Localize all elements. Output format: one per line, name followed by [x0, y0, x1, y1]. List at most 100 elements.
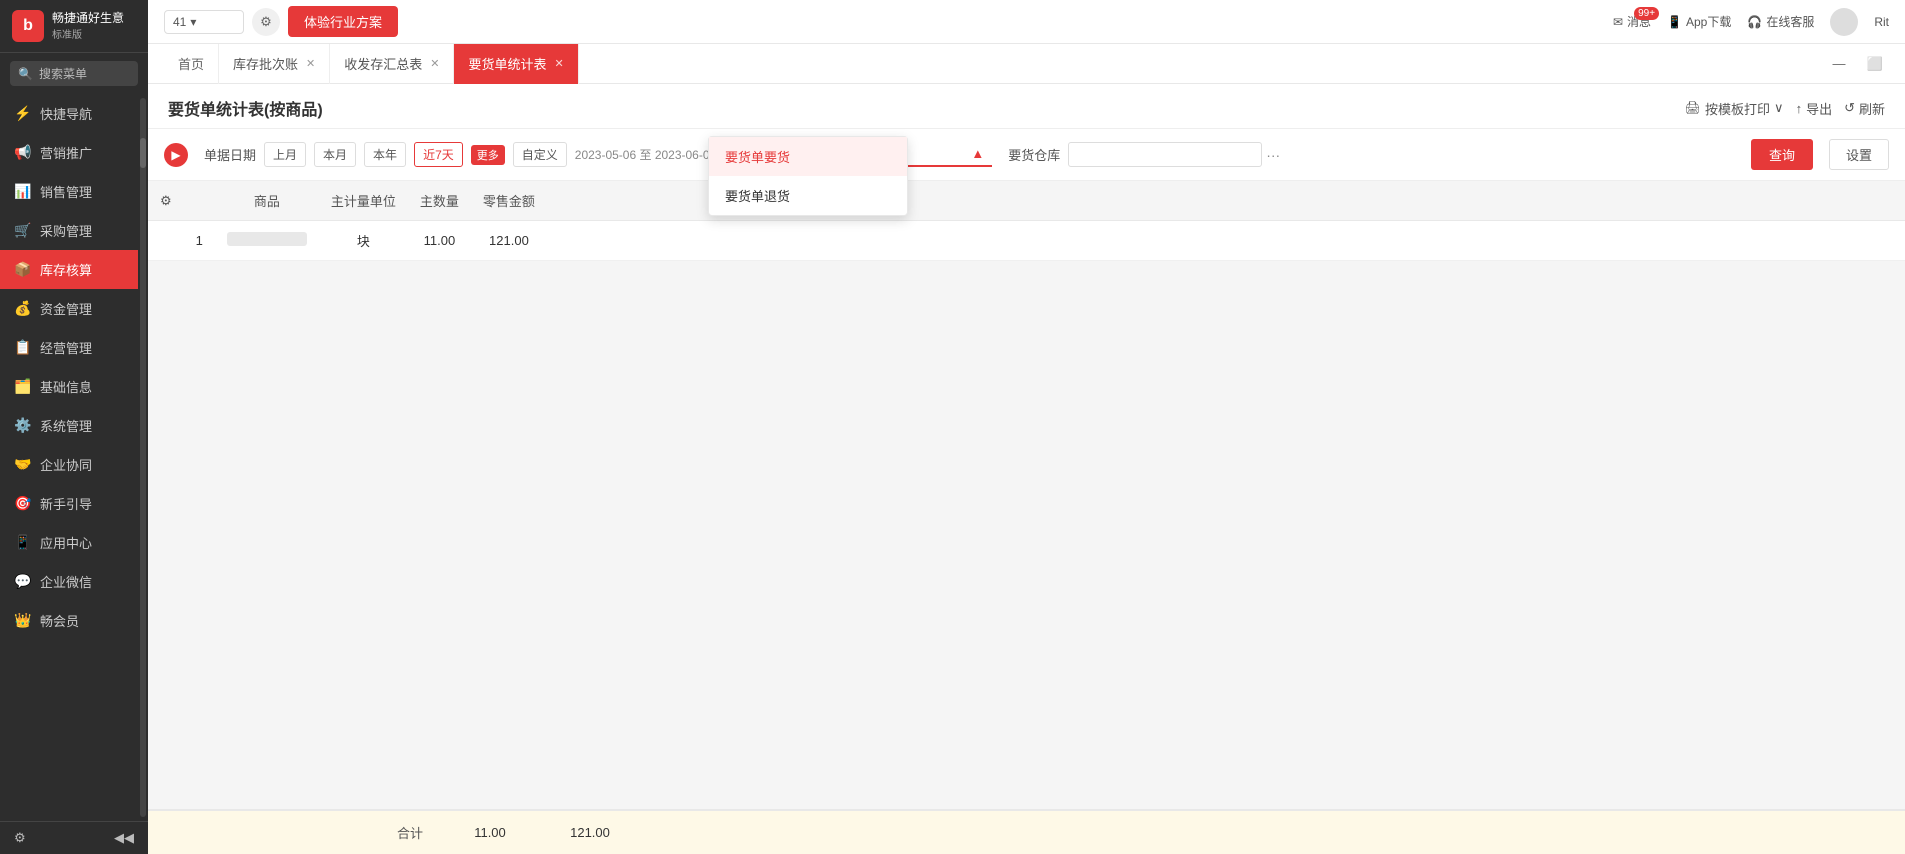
sidebar-item-sales[interactable]: 📊 销售管理	[0, 172, 138, 211]
tab-actions: — ⬜	[1825, 50, 1889, 78]
dropdown-item-order-return[interactable]: 要货单退货	[709, 176, 907, 215]
query-button[interactable]: 查询	[1751, 139, 1813, 170]
store-selector[interactable]: 41 ▾	[164, 10, 244, 34]
store-name: 41	[173, 15, 186, 29]
tab-home[interactable]: 首页	[164, 44, 219, 84]
sidebar-item-enterprise[interactable]: 🤝 企业协同	[0, 445, 138, 484]
logo-name: 畅捷通好生意	[52, 11, 124, 27]
page-content: 要货单统计表(按商品) 🖨 按模板打印 ∨ ↑ 导出 ↺ 刷新	[148, 84, 1905, 854]
message-icon: ✉	[1613, 15, 1623, 29]
th-settings[interactable]: ⚙	[148, 181, 184, 221]
tab-inventory-batch[interactable]: 库存批次账 ✕	[219, 44, 330, 84]
date-this-month-btn[interactable]: 本月	[314, 142, 356, 167]
user-name[interactable]: Rit	[1874, 15, 1889, 29]
tab-maximize-button[interactable]: ⬜	[1861, 50, 1889, 78]
message-button[interactable]: ✉ 消息 99+	[1613, 13, 1651, 30]
guide-icon: 🎯	[14, 495, 32, 512]
print-icon: 🖨	[1685, 100, 1702, 116]
collapse-icon[interactable]: ◀◀	[114, 830, 134, 846]
summary-quantity: 11.00	[450, 825, 530, 840]
sidebar-item-label: 资金管理	[40, 299, 92, 318]
trial-button[interactable]: 体验行业方案	[288, 6, 398, 37]
sidebar-item-apps[interactable]: 📱 应用中心	[0, 523, 138, 562]
sales-icon: 📊	[14, 183, 32, 200]
phone-icon: 📱	[1667, 15, 1682, 29]
export-label: 导出	[1806, 99, 1832, 118]
app-download-button[interactable]: 📱 App下载	[1667, 13, 1731, 30]
online-service-button[interactable]: 🎧 在线客服	[1747, 13, 1814, 30]
search-icon: 🔍	[18, 67, 33, 81]
dropdown-arrow-icon: ▾	[190, 15, 196, 29]
gear-icon: ⚙	[260, 14, 272, 30]
sidebar-item-marketing[interactable]: 📢 营销推广	[0, 133, 138, 172]
tab-order-stats-close[interactable]: ✕	[555, 57, 564, 70]
print-button[interactable]: 🖨 按模板打印 ∨	[1685, 99, 1784, 118]
sidebar-search[interactable]: 🔍 搜索菜单	[10, 61, 138, 86]
date-custom-btn[interactable]: 自定义	[513, 142, 567, 167]
logo-icon: b	[12, 10, 44, 42]
settings-button[interactable]: 设置	[1829, 139, 1889, 170]
warehouse-filter-group: 要货仓库 ···	[1008, 142, 1280, 167]
sidebar-item-member[interactable]: 👑 畅会员	[0, 601, 138, 640]
sidebar-item-label: 新手引导	[40, 494, 92, 513]
receive-summary-label: 收发存汇总表	[344, 54, 422, 73]
sidebar-item-label: 经营管理	[40, 338, 92, 357]
sidebar-item-label: 营销推广	[40, 143, 92, 162]
warehouse-filter-input[interactable]	[1068, 142, 1262, 167]
sidebar-item-finance[interactable]: 💰 资金管理	[0, 289, 138, 328]
service-icon: 🎧	[1747, 15, 1762, 29]
tab-minimize-button[interactable]: —	[1825, 50, 1853, 78]
filter-bar: ▶ 单据日期 上月 本月 本年 近7天 更多 自定义 2023-05-06 至 …	[148, 129, 1905, 181]
more-date-btn[interactable]: 更多	[471, 145, 505, 165]
tab-receive-summary[interactable]: 收发存汇总表 ✕	[330, 44, 454, 84]
sidebar-item-purchase[interactable]: 🛒 采购管理	[0, 211, 138, 250]
home-tab-label: 首页	[178, 54, 204, 73]
refresh-icon: ↺	[1844, 100, 1855, 116]
topbar-right: ✉ 消息 99+ 📱 App下载 🎧 在线客服 Rit	[1613, 8, 1889, 36]
sidebar-item-guide[interactable]: 🎯 新手引导	[0, 484, 138, 523]
sidebar-item-label: 基础信息	[40, 377, 92, 396]
user-avatar[interactable]	[1830, 8, 1858, 36]
topbar: 41 ▾ ⚙ 体验行业方案 ✉ 消息 99+ 📱 App下载 🎧 在线客服	[148, 0, 1905, 44]
table-header-row: ⚙ 商品 主计量单位 主数量 零售金额	[148, 181, 1905, 221]
sidebar-item-wechat[interactable]: 💬 企业微信	[0, 562, 138, 601]
data-table-container: ⚙ 商品 主计量单位 主数量 零售金额 1	[148, 181, 1905, 261]
marketing-icon: 📢	[14, 144, 32, 161]
tab-inventory-batch-close[interactable]: ✕	[306, 57, 315, 70]
wechat-icon: 💬	[14, 573, 32, 590]
filter-toggle-button[interactable]: ▶	[164, 143, 188, 167]
product-placeholder	[227, 232, 307, 246]
main-container: 41 ▾ ⚙ 体验行业方案 ✉ 消息 99+ 📱 App下载 🎧 在线客服	[148, 0, 1905, 854]
date-prev-month-btn[interactable]: 上月	[264, 142, 306, 167]
settings-icon[interactable]: ⚙	[14, 830, 26, 846]
order-stats-label: 要货单统计表	[468, 54, 546, 73]
export-button[interactable]: ↑ 导出	[1796, 99, 1833, 118]
apps-icon: 📱	[14, 534, 32, 551]
more-filter-icon[interactable]: ···	[1266, 147, 1280, 163]
purchase-icon: 🛒	[14, 222, 32, 239]
tab-order-stats[interactable]: 要货单统计表 ✕	[454, 44, 578, 84]
date-range-display: 2023-05-06 至 2023-06-06	[575, 146, 716, 163]
tab-receive-summary-close[interactable]: ✕	[430, 57, 439, 70]
date-this-year-btn[interactable]: 本年	[364, 142, 406, 167]
type-dropdown: 要货单要货 要货单退货	[708, 136, 908, 216]
th-unit: 主计量单位	[319, 181, 408, 221]
sidebar-bottom: ⚙ ◀◀	[0, 821, 148, 854]
date-filter-group: 单据日期 上月 本月 本年 近7天 更多 自定义 2023-05-06 至 20…	[204, 142, 716, 167]
sidebar-item-quick-nav[interactable]: ⚡ 快捷导航	[0, 94, 138, 133]
page-actions: 🖨 按模板打印 ∨ ↑ 导出 ↺ 刷新	[1685, 99, 1885, 118]
th-quantity: 主数量	[408, 181, 471, 221]
dropdown-item-order-goods[interactable]: 要货单要货	[709, 137, 907, 176]
gear-button[interactable]: ⚙	[252, 8, 280, 36]
service-label: 在线客服	[1766, 13, 1814, 30]
search-label: 搜索菜单	[39, 65, 87, 82]
sidebar-item-operations[interactable]: 📋 经营管理	[0, 328, 138, 367]
sidebar-nav-area: ⚡ 快捷导航 📢 营销推广 📊 销售管理 🛒 采购管理 📦 库存核算 💰	[0, 94, 148, 821]
th-no	[184, 181, 215, 221]
sidebar-item-basic[interactable]: 🗂️ 基础信息	[0, 367, 138, 406]
sidebar-item-system[interactable]: ⚙️ 系统管理	[0, 406, 138, 445]
date-recent-7days-btn[interactable]: 近7天	[414, 142, 463, 167]
sidebar-item-inventory[interactable]: 📦 库存核算	[0, 250, 138, 289]
td-settings	[148, 221, 184, 261]
refresh-button[interactable]: ↺ 刷新	[1844, 99, 1885, 118]
